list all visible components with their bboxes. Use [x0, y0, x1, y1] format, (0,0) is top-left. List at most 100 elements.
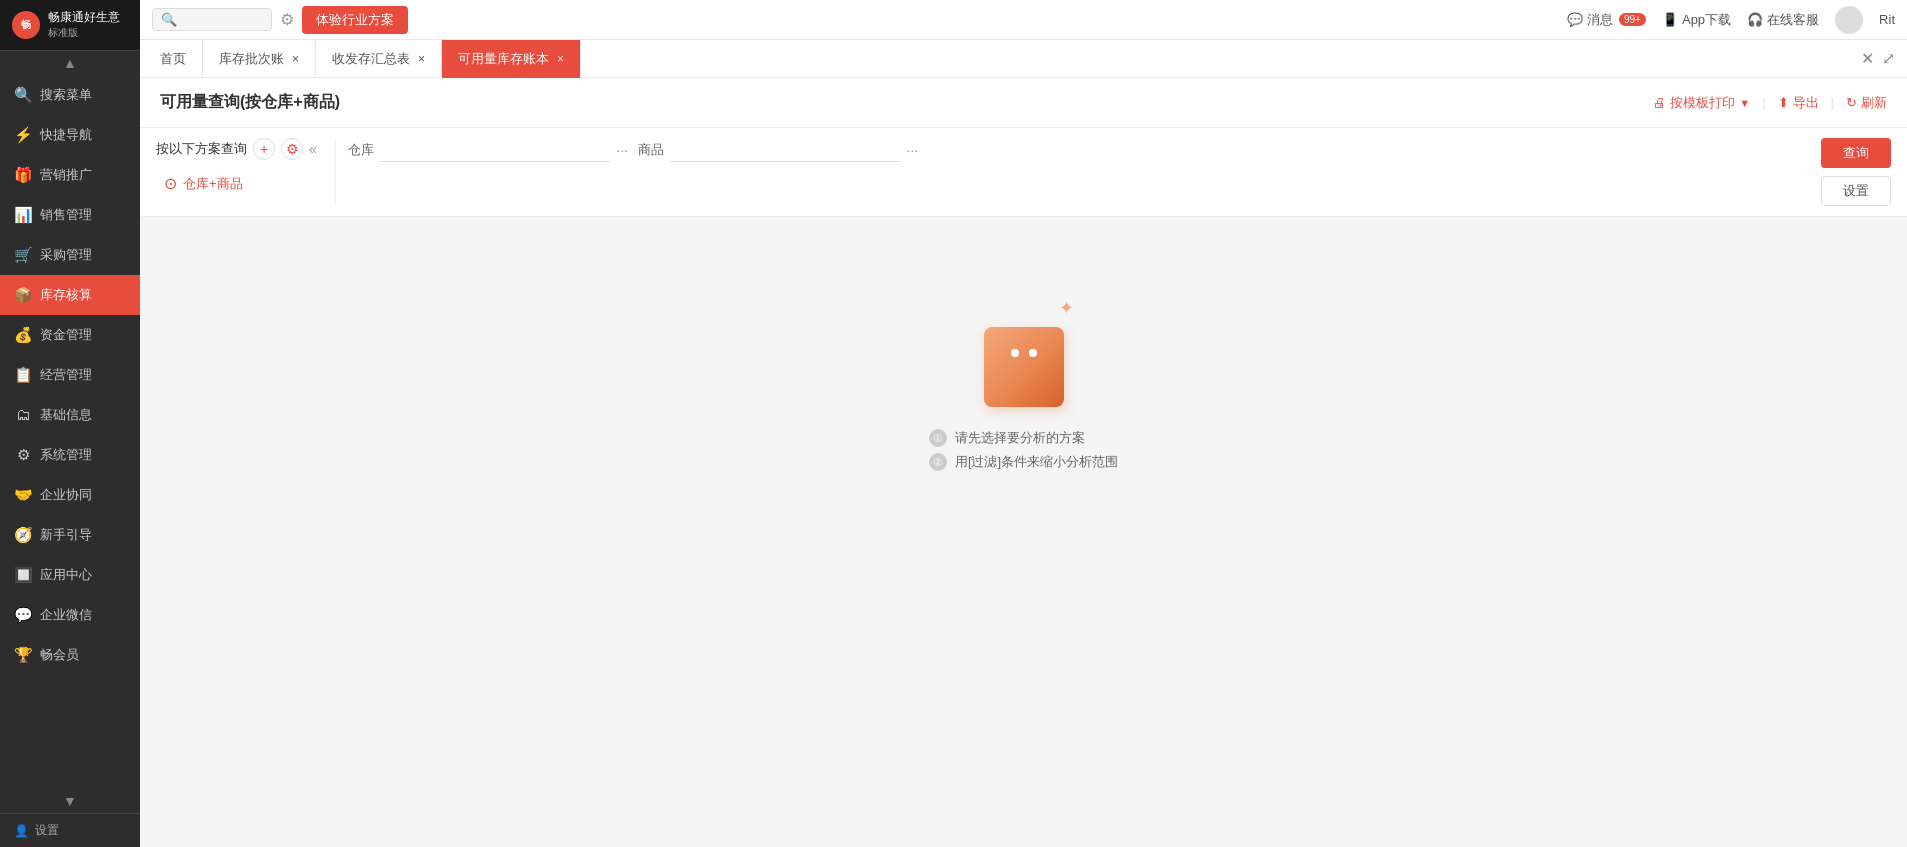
sidebar-bottom-label: 设置: [35, 822, 59, 839]
tab-maximize-button[interactable]: ⤢: [1882, 49, 1895, 68]
topbar-customer-service[interactable]: 🎧 在线客服: [1747, 11, 1819, 29]
sidebar-item-inventory[interactable]: 📦库存核算: [0, 275, 140, 315]
experience-button[interactable]: 体验行业方案: [302, 6, 408, 34]
app-icon: 📱: [1662, 12, 1678, 27]
add-scheme-button[interactable]: +: [253, 138, 275, 160]
sidebar-finance-icon: 💰: [14, 326, 32, 344]
tabs-right-controls: ✕ ⤢: [1861, 49, 1907, 68]
print-action[interactable]: 🖨 按模板打印 ▼: [1653, 94, 1750, 112]
tab-home-label: 首页: [160, 50, 186, 68]
sidebar-item-marketing[interactable]: 🎁营销推广: [0, 155, 140, 195]
sidebar-item-purchase[interactable]: 🛒采购管理: [0, 235, 140, 275]
empty-box: [984, 327, 1064, 407]
refresh-label: 刷新: [1861, 94, 1887, 112]
sidebar-shortcut-icon: ⚡: [14, 126, 32, 144]
sidebar-basic-icon: 🗂: [14, 406, 32, 424]
edit-scheme-button[interactable]: ⚙: [281, 138, 303, 160]
sidebar-item-finance[interactable]: 💰 资金管理: [0, 315, 140, 355]
tab-available-label: 可用量库存账本: [458, 50, 549, 68]
sidebar-header: 畅 畅康通好生意 标准版: [0, 0, 140, 51]
refresh-action[interactable]: ↻ 刷新: [1846, 94, 1887, 112]
sidebar-nav: 🔍搜索菜单⚡快捷导航🎁营销推广 📊 销售管理 🛒采购管理📦库存核算 💰 资金管理 📋经营管理…: [0, 75, 140, 789]
hint-text-2: 用[过滤]条件来缩小分析范围: [955, 453, 1118, 471]
settings-button[interactable]: 设置: [1821, 176, 1891, 206]
tab-batch-close[interactable]: ×: [292, 53, 299, 65]
sidebar-item-system[interactable]: ⚙系统管理: [0, 435, 140, 475]
sidebar-item-search[interactable]: 🔍搜索菜单: [0, 75, 140, 115]
export-label: 导出: [1793, 94, 1819, 112]
app-label: App下载: [1682, 11, 1731, 29]
filter-scheme-title: 按以下方案查询: [156, 140, 247, 158]
sidebar-sales-icon: 📊: [14, 206, 32, 224]
warehouse-input[interactable]: [380, 138, 610, 162]
sidebar-member-icon: 🏆: [14, 646, 32, 664]
sidebar-inventory-icon: 📦: [14, 286, 32, 304]
sidebar-item-operation[interactable]: 📋经营管理: [0, 355, 140, 395]
tab-home[interactable]: 首页: [140, 40, 203, 78]
warehouse-more-icon[interactable]: ···: [616, 142, 628, 158]
sidebar-item-wechat[interactable]: 💬企业微信: [0, 595, 140, 635]
main-area: 🔍 ⚙ 体验行业方案 💬 消息 99+ 📱 App下载 🎧 在线客服 Rit: [140, 0, 1907, 847]
sidebar-apps-icon: 🔲: [14, 566, 32, 584]
empty-hints: ① 请先选择要分析的方案 ② 用[过滤]条件来缩小分析范围: [929, 429, 1118, 471]
scheme-item-label: 仓库+商品: [183, 175, 243, 193]
sidebar-finance-label: 资金管理: [40, 326, 92, 344]
tab-available-close[interactable]: ×: [557, 53, 564, 65]
sidebar-item-shortcut[interactable]: ⚡快捷导航: [0, 115, 140, 155]
topbar-app-download[interactable]: 📱 App下载: [1662, 11, 1731, 29]
username[interactable]: Rit: [1879, 12, 1895, 27]
sidebar-item-member[interactable]: 🏆 畅会员: [0, 635, 140, 675]
sidebar-sales-label: 销售管理: [40, 206, 92, 224]
topbar-search-input[interactable]: [181, 13, 261, 27]
sidebar: 畅 畅康通好生意 标准版 ▲ 🔍搜索菜单⚡快捷导航🎁营销推广 📊 销售管理 🛒采购管理…: [0, 0, 140, 847]
goods-label: 商品: [638, 141, 664, 159]
sidebar-edition: 标准版: [48, 26, 120, 40]
empty-state: ✦ ① 请先选择要分析的方案 ② 用[过滤]条件来缩小分析范围: [140, 217, 1907, 551]
topbar-gear-icon[interactable]: ⚙: [280, 10, 294, 29]
goods-input[interactable]: [670, 138, 900, 162]
sidebar-wechat-icon: 💬: [14, 606, 32, 624]
hint-num-2: ②: [929, 453, 947, 471]
avatar: [1835, 6, 1863, 34]
sparkle-icon: ✦: [1059, 297, 1074, 319]
tab-batch[interactable]: 库存批次账 ×: [203, 40, 316, 78]
tab-summary-close[interactable]: ×: [418, 53, 425, 65]
sidebar-bottom[interactable]: 👤 设置: [0, 813, 140, 847]
sidebar-scroll-down[interactable]: ▼: [0, 789, 140, 813]
message-label: 消息: [1587, 11, 1613, 29]
query-button[interactable]: 查询: [1821, 138, 1891, 168]
sidebar-item-enterprise[interactable]: 🤝企业协同: [0, 475, 140, 515]
empty-box-eye-right: [1029, 349, 1037, 357]
tab-close-all-button[interactable]: ✕: [1861, 49, 1874, 68]
export-action[interactable]: ⬆ 导出: [1778, 94, 1819, 112]
filter-scheme-panel: 按以下方案查询 + ⚙ « ⊙ 仓库+商品: [156, 138, 336, 206]
collapse-arrow-icon[interactable]: «: [309, 141, 317, 157]
sidebar-item-sales[interactable]: 📊 销售管理: [0, 195, 140, 235]
sidebar-apps-label: 应用中心: [40, 566, 92, 584]
tab-summary[interactable]: 收发存汇总表 ×: [316, 40, 442, 78]
hint-text-1: 请先选择要分析的方案: [955, 429, 1085, 447]
sidebar-item-basic[interactable]: 🗂基础信息: [0, 395, 140, 435]
goods-more-icon[interactable]: ···: [906, 142, 918, 158]
scheme-item-warehouse-goods[interactable]: ⊙ 仓库+商品: [156, 168, 323, 199]
sidebar-item-apps[interactable]: 🔲 应用中心: [0, 555, 140, 595]
sidebar-system-label: 系统管理: [40, 446, 92, 464]
print-chevron-icon: ▼: [1739, 97, 1750, 109]
sidebar-item-newbie[interactable]: 🧭新手引导: [0, 515, 140, 555]
empty-box-face: [1011, 349, 1037, 357]
topbar-message[interactable]: 💬 消息 99+: [1567, 11, 1646, 29]
sidebar-member-label: 畅会员: [40, 646, 79, 664]
empty-hint-2: ② 用[过滤]条件来缩小分析范围: [929, 453, 1118, 471]
sidebar-marketing-label: 营销推广: [40, 166, 92, 184]
service-label: 在线客服: [1767, 11, 1819, 29]
topbar-search-icon: 🔍: [161, 12, 177, 27]
sidebar-scroll-up[interactable]: ▲: [0, 51, 140, 75]
filter-scheme-actions: + ⚙ «: [253, 138, 317, 160]
sidebar-logo: 畅: [12, 11, 40, 39]
divider1: |: [1762, 95, 1765, 110]
tab-available[interactable]: 可用量库存账本 ×: [442, 40, 581, 78]
scheme-item-icon: ⊙: [164, 174, 177, 193]
sidebar-operation-label: 经营管理: [40, 366, 92, 384]
empty-hint-1: ① 请先选择要分析的方案: [929, 429, 1118, 447]
topbar: 🔍 ⚙ 体验行业方案 💬 消息 99+ 📱 App下载 🎧 在线客服 Rit: [140, 0, 1907, 40]
